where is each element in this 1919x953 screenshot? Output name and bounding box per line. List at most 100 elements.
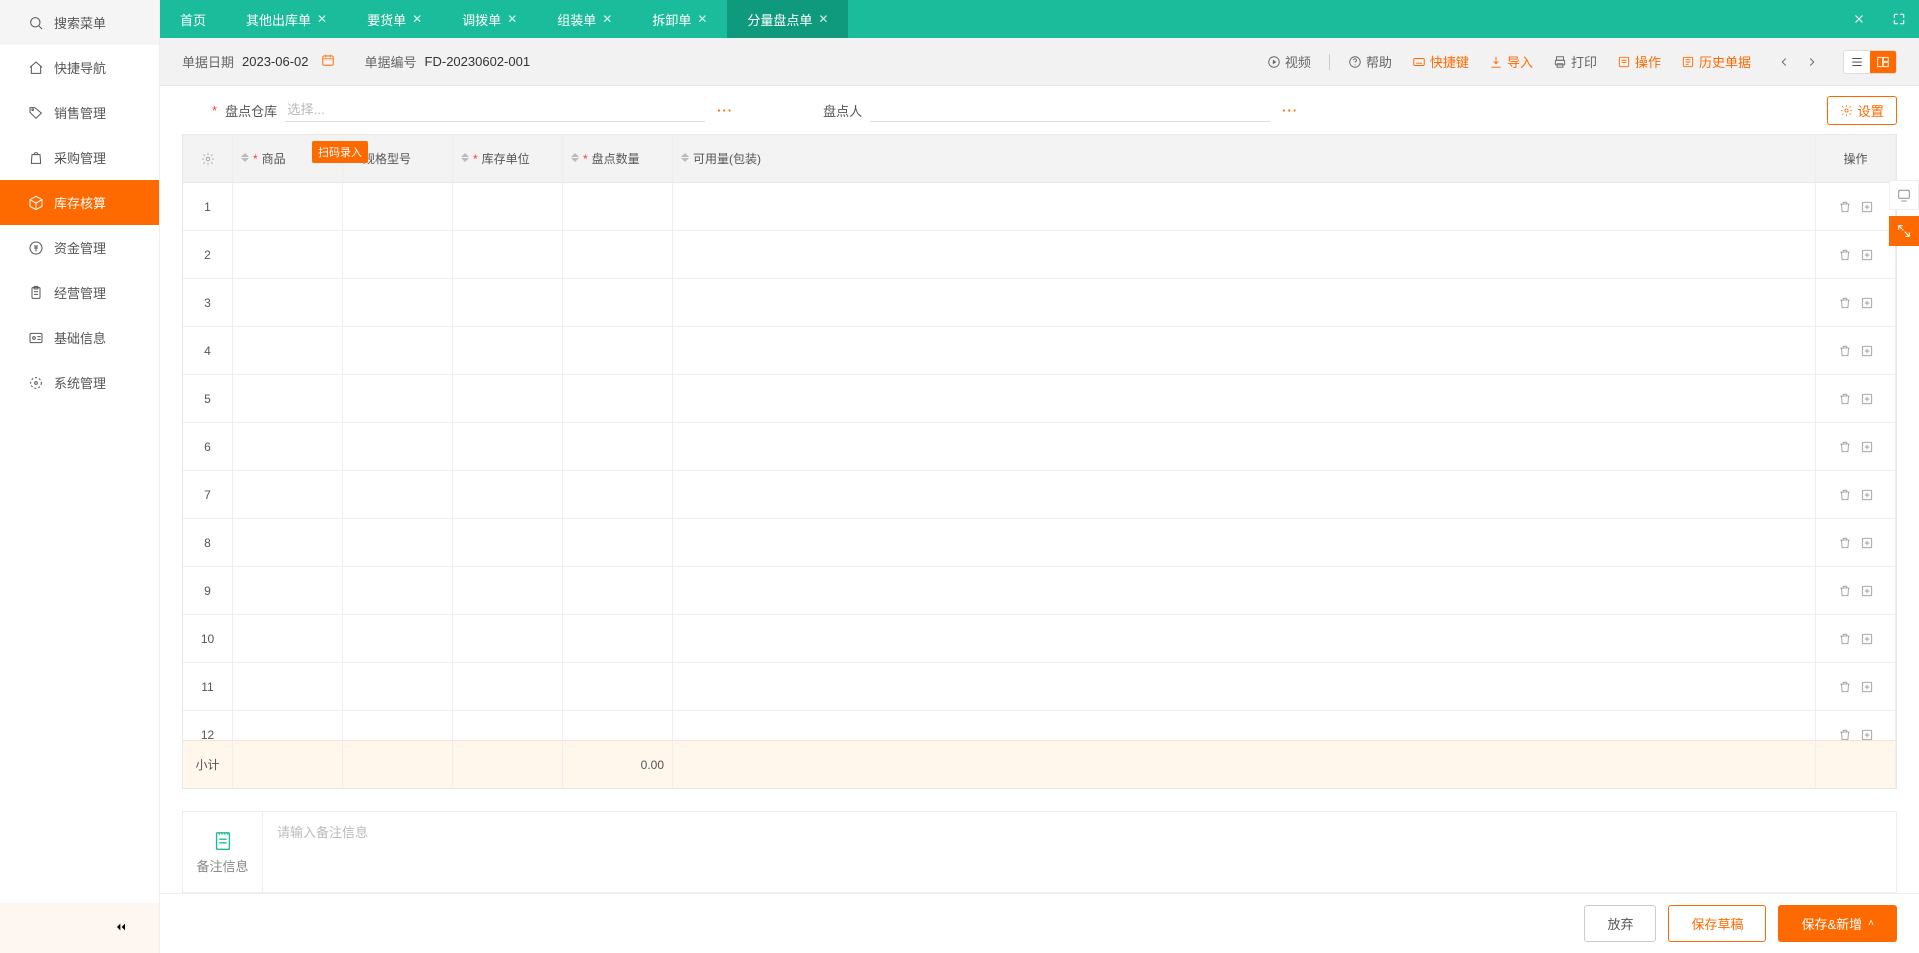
- table-row[interactable]: 5: [183, 375, 1896, 423]
- cell-spec[interactable]: [343, 279, 453, 326]
- tab-5[interactable]: 拆卸单✕: [632, 0, 727, 38]
- close-icon[interactable]: ✕: [818, 12, 828, 26]
- sidebar-item-0[interactable]: 搜索菜单: [0, 0, 159, 45]
- add-row-icon[interactable]: [1860, 632, 1874, 646]
- add-row-icon[interactable]: [1860, 488, 1874, 502]
- sidebar-item-4[interactable]: 库存核算: [0, 180, 159, 225]
- add-row-icon[interactable]: [1860, 584, 1874, 598]
- cell-qty[interactable]: [563, 519, 673, 566]
- delete-row-icon[interactable]: [1838, 200, 1852, 214]
- delete-row-icon[interactable]: [1838, 728, 1852, 741]
- cell-product[interactable]: [233, 519, 343, 566]
- float-feedback-icon[interactable]: [1889, 180, 1919, 210]
- cell-qty[interactable]: [563, 327, 673, 374]
- delete-row-icon[interactable]: [1838, 680, 1852, 694]
- sidebar-item-8[interactable]: 系统管理: [0, 360, 159, 405]
- cell-unit[interactable]: [453, 615, 563, 662]
- tab-6[interactable]: 分量盘点单✕: [727, 0, 848, 38]
- save-new-button[interactable]: 保存&新增˄: [1778, 905, 1897, 942]
- cell-unit[interactable]: [453, 327, 563, 374]
- table-row[interactable]: 12: [183, 711, 1896, 740]
- cell-avail[interactable]: [673, 231, 1816, 278]
- add-row-icon[interactable]: [1860, 680, 1874, 694]
- table-row[interactable]: 4: [183, 327, 1896, 375]
- cell-product[interactable]: [233, 471, 343, 518]
- cell-product[interactable]: [233, 375, 343, 422]
- cell-qty[interactable]: [563, 375, 673, 422]
- cell-qty[interactable]: [563, 663, 673, 710]
- add-row-icon[interactable]: [1860, 392, 1874, 406]
- cell-unit[interactable]: [453, 183, 563, 230]
- date-value[interactable]: 2023-06-02: [242, 54, 309, 69]
- cell-qty[interactable]: [563, 423, 673, 470]
- remarks-input[interactable]: [263, 812, 1896, 892]
- operate-action[interactable]: 操作: [1611, 52, 1667, 71]
- close-icon[interactable]: ✕: [317, 12, 327, 26]
- cell-spec[interactable]: [343, 423, 453, 470]
- cell-product[interactable]: [233, 567, 343, 614]
- delete-row-icon[interactable]: [1838, 536, 1852, 550]
- table-row[interactable]: 10: [183, 615, 1896, 663]
- add-row-icon[interactable]: [1860, 344, 1874, 358]
- cell-product[interactable]: [233, 231, 343, 278]
- float-expand-icon[interactable]: [1889, 216, 1919, 246]
- cell-unit[interactable]: [453, 231, 563, 278]
- cell-avail[interactable]: [673, 567, 1816, 614]
- tab-3[interactable]: 调拨单✕: [442, 0, 537, 38]
- table-row[interactable]: 3: [183, 279, 1896, 327]
- delete-row-icon[interactable]: [1838, 344, 1852, 358]
- close-icon[interactable]: ✕: [697, 12, 707, 26]
- cell-product[interactable]: [233, 663, 343, 710]
- delete-row-icon[interactable]: [1838, 296, 1852, 310]
- tab-0[interactable]: 首页: [160, 0, 226, 38]
- table-row[interactable]: 11: [183, 663, 1896, 711]
- cell-qty[interactable]: [563, 231, 673, 278]
- save-draft-button[interactable]: 保存草稿: [1668, 905, 1766, 942]
- cell-avail[interactable]: [673, 615, 1816, 662]
- view-mode-form[interactable]: [1870, 51, 1896, 73]
- table-row[interactable]: 2: [183, 231, 1896, 279]
- add-row-icon[interactable]: [1860, 248, 1874, 262]
- warehouse-picker-icon[interactable]: ···: [713, 103, 737, 118]
- cell-spec[interactable]: [343, 183, 453, 230]
- import-action[interactable]: 导入: [1483, 52, 1539, 71]
- next-doc-icon[interactable]: [1799, 55, 1825, 69]
- delete-row-icon[interactable]: [1838, 632, 1852, 646]
- col-product[interactable]: *商品扫码录入: [233, 135, 343, 182]
- cell-unit[interactable]: [453, 663, 563, 710]
- fullscreen-button[interactable]: [1879, 0, 1919, 38]
- cell-unit[interactable]: [453, 567, 563, 614]
- cell-avail[interactable]: [673, 519, 1816, 566]
- table-row[interactable]: 8: [183, 519, 1896, 567]
- add-row-icon[interactable]: [1860, 536, 1874, 550]
- cell-unit[interactable]: [453, 711, 563, 740]
- table-row[interactable]: 1: [183, 183, 1896, 231]
- cell-product[interactable]: [233, 279, 343, 326]
- grid-config-icon[interactable]: [183, 135, 233, 182]
- calendar-icon[interactable]: [321, 53, 335, 70]
- cell-qty[interactable]: [563, 471, 673, 518]
- close-icon[interactable]: ✕: [507, 12, 517, 26]
- warehouse-input[interactable]: [285, 98, 705, 122]
- close-icon[interactable]: ✕: [412, 12, 422, 26]
- delete-row-icon[interactable]: [1838, 584, 1852, 598]
- table-row[interactable]: 6: [183, 423, 1896, 471]
- cell-unit[interactable]: [453, 519, 563, 566]
- cell-spec[interactable]: [343, 471, 453, 518]
- cell-avail[interactable]: [673, 423, 1816, 470]
- discard-button[interactable]: 放弃: [1584, 905, 1656, 942]
- table-row[interactable]: 7: [183, 471, 1896, 519]
- add-row-icon[interactable]: [1860, 200, 1874, 214]
- cell-product[interactable]: [233, 615, 343, 662]
- add-row-icon[interactable]: [1860, 440, 1874, 454]
- cell-unit[interactable]: [453, 279, 563, 326]
- table-row[interactable]: 9: [183, 567, 1896, 615]
- cell-spec[interactable]: [343, 327, 453, 374]
- col-avail[interactable]: 可用量(包装): [673, 135, 1816, 182]
- sidebar-item-2[interactable]: 销售管理: [0, 90, 159, 135]
- sidebar-item-6[interactable]: 经营管理: [0, 270, 159, 315]
- add-row-icon[interactable]: [1860, 296, 1874, 310]
- cell-avail[interactable]: [673, 711, 1816, 740]
- view-mode-list[interactable]: [1844, 51, 1870, 73]
- cell-qty[interactable]: [563, 183, 673, 230]
